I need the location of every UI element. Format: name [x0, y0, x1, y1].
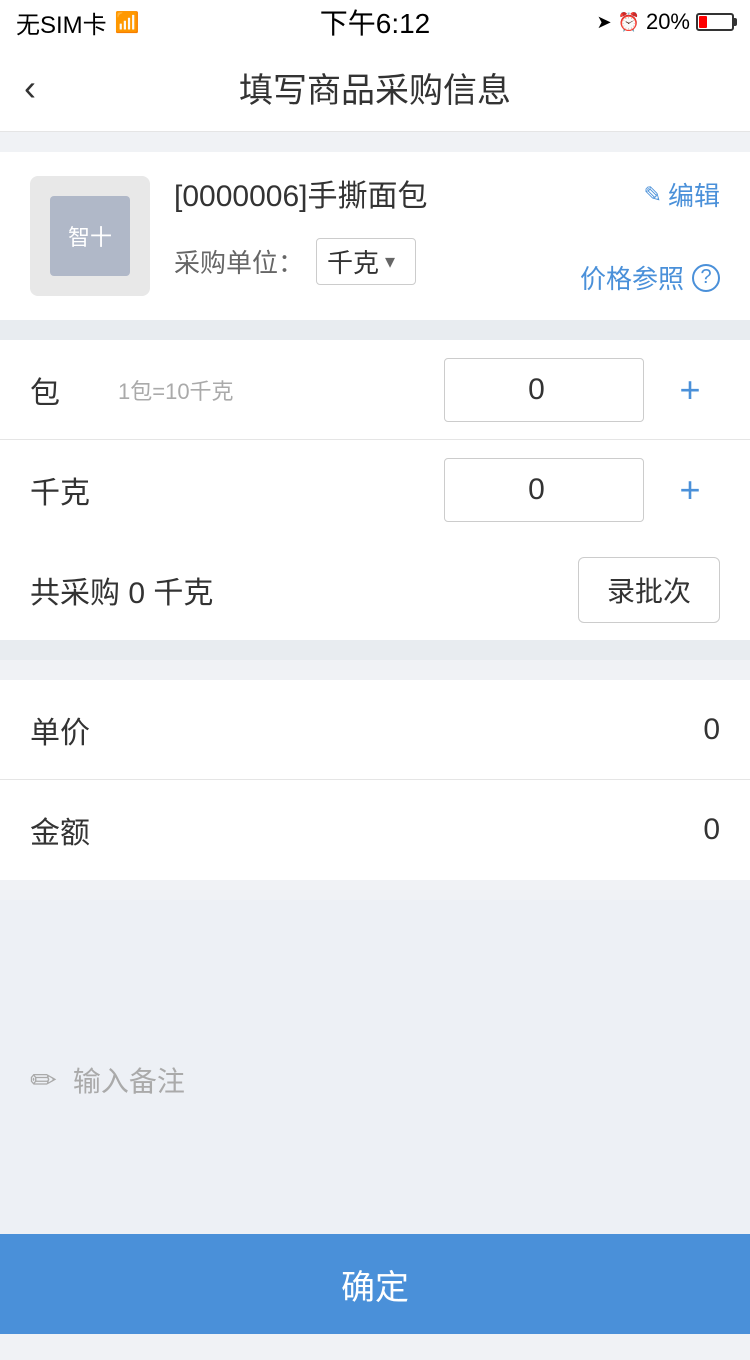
batch-button[interactable]: 录批次: [578, 557, 720, 623]
alarm-icon: ⏰: [618, 12, 640, 33]
price-ref-button[interactable]: 价格参照 ?: [580, 259, 720, 296]
carrier-label: 无SIM卡: [16, 5, 107, 40]
edit-icon: ✎: [644, 182, 662, 208]
kg-input[interactable]: [444, 458, 644, 522]
back-button[interactable]: ‹: [24, 67, 36, 109]
bag-label: 包: [30, 368, 110, 412]
chevron-down-icon: ▾: [385, 249, 395, 274]
product-logo: 智十: [50, 196, 130, 276]
confirm-button[interactable]: 确定: [0, 1234, 750, 1334]
batch-button-label: 录批次: [607, 576, 691, 607]
bag-plus-button[interactable]: +: [660, 360, 720, 420]
unit-price-row: 单价 0: [0, 680, 750, 780]
price-section: 单价 0 金额 0: [0, 680, 750, 880]
status-right: ➤ ⏰ 20%: [596, 9, 734, 35]
wifi-icon: 📶: [115, 10, 140, 35]
remark-section[interactable]: ✏ 输入备注: [0, 900, 750, 1260]
edit-label: 编辑: [668, 176, 720, 213]
page-title: 填写商品采购信息: [239, 63, 511, 112]
bag-input[interactable]: [444, 358, 644, 422]
bag-field-wrap: +: [234, 358, 720, 422]
edit-button[interactable]: ✎ 编辑: [644, 176, 720, 213]
unit-select[interactable]: 千克 ▾: [316, 238, 416, 285]
remark-placeholder: 输入备注: [73, 1060, 185, 1100]
nav-bar: ‹ 填写商品采购信息: [0, 44, 750, 132]
kg-input-row: 千克 +: [0, 440, 750, 540]
bag-input-row: 包 1包=10千克 +: [0, 340, 750, 440]
summary-text: 共采购 0 千克: [30, 568, 213, 612]
section-divider-2: [0, 640, 750, 660]
battery-pct: 20%: [646, 9, 690, 35]
unit-value: 千克: [327, 243, 379, 280]
summary-row: 共采购 0 千克 录批次: [0, 540, 750, 640]
amount-row: 金额 0: [0, 780, 750, 880]
amount-label: 金额: [30, 808, 90, 852]
section-divider-1: [0, 320, 750, 340]
kg-field-wrap: +: [110, 458, 720, 522]
product-name: [0000006]手撕面包: [174, 176, 720, 218]
pencil-icon: ✏: [30, 1061, 57, 1099]
input-section: 包 1包=10千克 + 千克 +: [0, 340, 750, 540]
price-ref-label: 价格参照: [580, 259, 684, 296]
unit-label: 采购单位：: [174, 243, 304, 280]
amount-value: 0: [703, 813, 720, 847]
confirm-button-label: 确定: [341, 1260, 409, 1309]
location-icon: ➤: [596, 12, 611, 33]
product-logo-text: 智十: [68, 220, 112, 252]
unit-price-value: 0: [703, 713, 720, 747]
status-bar: 无SIM卡 📶 下午6:12 ➤ ⏰ 20%: [0, 0, 750, 44]
status-left: 无SIM卡 📶: [16, 5, 140, 40]
battery-icon: [696, 13, 734, 31]
help-label: ?: [700, 266, 711, 289]
product-card: 智十 [0000006]手撕面包 采购单位： 千克 ▾ ✎ 编辑 价格参照 ?: [0, 152, 750, 320]
status-time: 下午6:12: [320, 8, 431, 39]
unit-price-label: 单价: [30, 708, 90, 752]
kg-label: 千克: [30, 468, 110, 512]
product-image: 智十: [30, 176, 150, 296]
bag-sublabel: 1包=10千克: [118, 374, 234, 406]
help-icon: ?: [692, 264, 720, 292]
kg-plus-button[interactable]: +: [660, 460, 720, 520]
